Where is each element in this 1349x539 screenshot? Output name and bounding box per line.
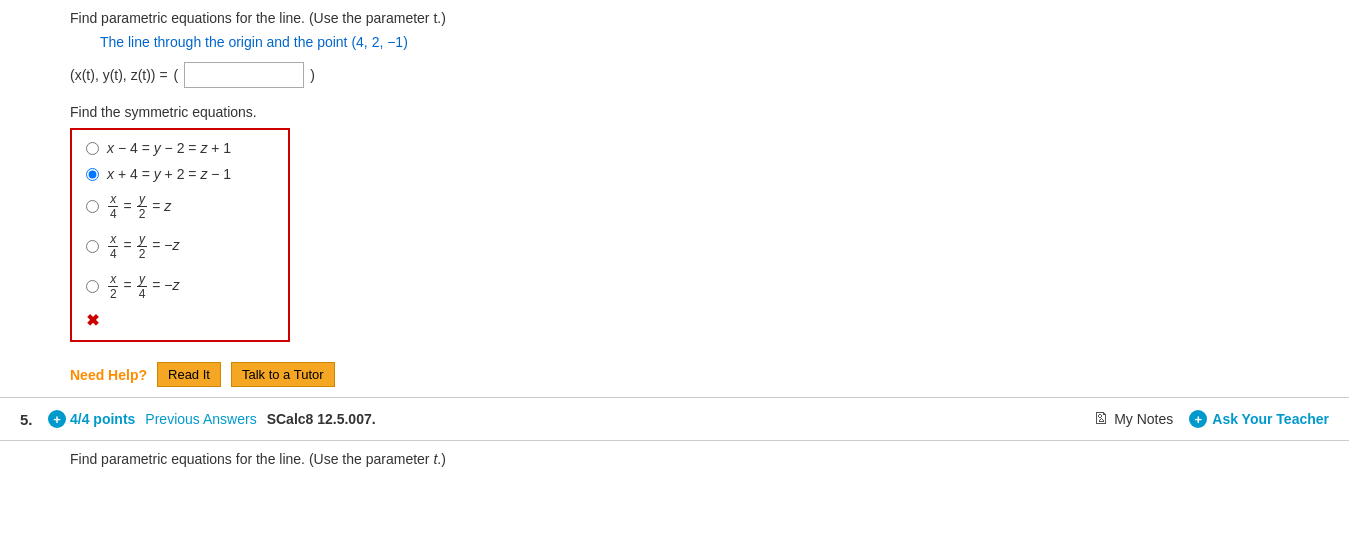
points-plus-icon: + — [48, 410, 66, 428]
ask-teacher-plus-icon: + — [1189, 410, 1207, 428]
previous-answers-link[interactable]: Previous Answers — [145, 411, 256, 427]
parametric-input[interactable] — [184, 62, 304, 88]
option4-label[interactable]: x4 = y2 = −z — [107, 232, 179, 262]
radio-opt5[interactable] — [86, 280, 99, 293]
radio-option-5: x2 = y4 = −z — [86, 272, 274, 302]
radio-option-4: x4 = y2 = −z — [86, 232, 274, 262]
option3-math: x4 = y2 = z — [107, 198, 171, 214]
wrong-answer-indicator: ✖ — [86, 311, 274, 330]
question-section: Find parametric equations for the line. … — [0, 0, 1349, 398]
open-paren: ( — [174, 67, 179, 83]
option2-label[interactable]: x + 4 = y + 2 = z − 1 — [107, 166, 231, 182]
my-notes-label: My Notes — [1114, 411, 1173, 427]
parametric-label: (x(t), y(t), z(t)) = — [70, 67, 168, 83]
option5-math: x2 = y4 = −z — [107, 277, 179, 293]
my-notes-button[interactable]: 🖻 My Notes — [1093, 410, 1173, 428]
radio-option-3: x4 = y2 = z — [86, 192, 274, 222]
question5-number: 5. — [20, 411, 40, 428]
option3-label[interactable]: x4 = y2 = z — [107, 192, 171, 222]
question-main-text: Find parametric equations for the line. … — [70, 10, 1329, 26]
notes-icon: 🖻 — [1093, 410, 1109, 428]
question5-text: Find parametric equations for the line. … — [70, 451, 1329, 467]
problem-id: SCalc8 12.5.007. — [267, 411, 376, 427]
radio-opt4[interactable] — [86, 240, 99, 253]
right-actions: 🖻 My Notes + Ask Your Teacher — [1093, 410, 1329, 428]
close-paren: ) — [310, 67, 315, 83]
answer-options-box: x − 4 = y − 2 = z + 1 x + 4 = y + 2 = z … — [70, 128, 290, 342]
option2-math: x + 4 = y + 2 = z − 1 — [107, 166, 231, 182]
question5-bar: 5. + 4/4 points Previous Answers SCalc8 … — [0, 398, 1349, 441]
radio-opt2[interactable] — [86, 168, 99, 181]
need-help-label: Need Help? — [70, 367, 147, 383]
question-subtext: The line through the origin and the poin… — [70, 34, 1329, 50]
need-help-row: Need Help? Read It Talk to a Tutor — [70, 362, 1329, 387]
radio-opt1[interactable] — [86, 142, 99, 155]
read-it-button[interactable]: Read It — [157, 362, 221, 387]
main-container: Find parametric equations for the line. … — [0, 0, 1349, 539]
question5-content: Find parametric equations for the line. … — [0, 441, 1349, 477]
radio-option-2: x + 4 = y + 2 = z − 1 — [86, 166, 274, 182]
option5-label[interactable]: x2 = y4 = −z — [107, 272, 179, 302]
parametric-equation-row: (x(t), y(t), z(t)) = ( ) — [70, 62, 1329, 88]
option1-math: x − 4 = y − 2 = z + 1 — [107, 140, 231, 156]
option4-math: x4 = y2 = −z — [107, 237, 179, 253]
option1-label[interactable]: x − 4 = y − 2 = z + 1 — [107, 140, 231, 156]
symmetric-label: Find the symmetric equations. — [70, 104, 1329, 120]
ask-your-teacher-button[interactable]: + Ask Your Teacher — [1189, 410, 1329, 428]
radio-opt3[interactable] — [86, 200, 99, 213]
talk-to-tutor-button[interactable]: Talk to a Tutor — [231, 362, 335, 387]
points-label: 4/4 points — [70, 411, 135, 427]
ask-teacher-label: Ask Your Teacher — [1212, 411, 1329, 427]
radio-option-1: x − 4 = y − 2 = z + 1 — [86, 140, 274, 156]
